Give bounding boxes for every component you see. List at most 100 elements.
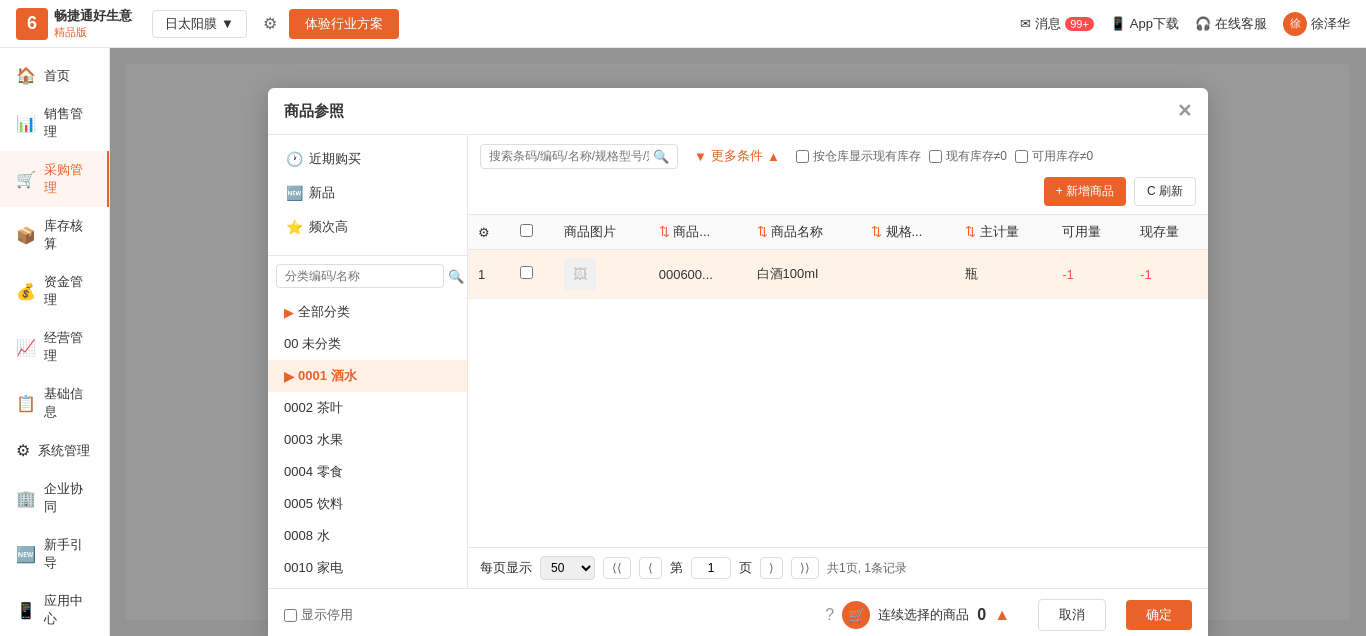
category-00[interactable]: 00 未分类: [268, 328, 467, 360]
select-all-checkbox[interactable]: [520, 224, 533, 237]
modal-left-panel: 🕐 近期购买 🆕 新品 ⭐ 频次高: [268, 135, 468, 588]
product-thumbnail: 🖼: [564, 258, 596, 290]
col-image: 商品图片: [554, 215, 649, 250]
sidebar-label-enterprise: 企业协同: [44, 480, 93, 516]
sort-icon-name: ⇅: [757, 224, 768, 239]
nav-right: ✉ 消息 99+ 📱 App下载 🎧 在线客服 徐 徐泽华: [1020, 12, 1350, 36]
quick-tab-frequent[interactable]: ⭐ 频次高: [276, 211, 459, 243]
product-search-input[interactable]: [489, 149, 649, 163]
table-row[interactable]: 1 🖼 000600... 白酒100ml: [468, 250, 1208, 299]
search-icon[interactable]: 🔍: [653, 149, 669, 164]
sidebar-item-finance[interactable]: 💰 资金管理: [0, 263, 109, 319]
image-icon: 🖼: [573, 266, 587, 282]
quick-tabs: 🕐 近期购买 🆕 新品 ⭐ 频次高: [268, 135, 467, 251]
cell-available: -1: [1052, 250, 1130, 299]
usable-not-zero-checkbox[interactable]: [1015, 150, 1028, 163]
checkbox-usable-not-zero[interactable]: 可用库存≠0: [1015, 148, 1093, 165]
first-page-button[interactable]: ⟨⟨: [603, 557, 631, 579]
next-page-button[interactable]: ⟩: [760, 557, 783, 579]
sidebar-item-enterprise[interactable]: 🏢 企业协同: [0, 470, 109, 526]
category-all[interactable]: ▶ 全部分类: [268, 296, 467, 328]
user-item[interactable]: 徐 徐泽华: [1283, 12, 1350, 36]
sidebar-item-operation[interactable]: 📈 经营管理: [0, 319, 109, 375]
settings-icon: ⚙: [478, 225, 490, 240]
content-area: 商品参照 ✕ 🕐 近期购买 🆕: [110, 48, 1366, 636]
cell-stock: -1: [1130, 250, 1208, 299]
col-unit[interactable]: ⇅ 主计量: [955, 215, 1052, 250]
toolbar-right: + 新增商品 C 刷新: [1044, 177, 1196, 206]
help-icon[interactable]: ?: [825, 606, 834, 624]
modal-right-panel: 🔍 ▼ 更多条件 ▲ 按仓库显示现有库存: [468, 135, 1208, 588]
active-arrow-icon: ▶: [284, 369, 294, 384]
disabled-checkbox[interactable]: [284, 609, 297, 622]
page-input[interactable]: [691, 557, 731, 579]
category-0003[interactable]: 0003 水果: [268, 424, 467, 456]
checkbox-by-warehouse[interactable]: 按仓库显示现有库存: [796, 148, 921, 165]
prev-page-button[interactable]: ⟨: [639, 557, 662, 579]
col-settings[interactable]: ⚙: [468, 215, 510, 250]
add-product-button[interactable]: + 新增商品: [1044, 177, 1126, 206]
last-page-button[interactable]: ⟩⟩: [791, 557, 819, 579]
sidebar-item-purchase[interactable]: 🛒 采购管理: [0, 151, 109, 207]
category-0001[interactable]: ▶ 0001 酒水: [268, 360, 467, 392]
category-search: 🔍: [268, 260, 467, 292]
gear-icon[interactable]: ⚙: [263, 14, 277, 33]
top-nav: 6 畅捷通好生意 精品版 日太阳膜 ▼ ⚙ 体验行业方案 ✉ 消息 99+ 📱 …: [0, 0, 1366, 48]
category-0010[interactable]: 0010 家电: [268, 552, 467, 584]
modal-body: 🕐 近期购买 🆕 新品 ⭐ 频次高: [268, 135, 1208, 588]
by-warehouse-checkbox[interactable]: [796, 150, 809, 163]
sidebar-item-sales[interactable]: 📊 销售管理: [0, 95, 109, 151]
quick-tab-recent[interactable]: 🕐 近期购买: [276, 143, 459, 175]
col-code[interactable]: ⇅ 商品...: [649, 215, 747, 250]
category-0008[interactable]: 0008 水: [268, 520, 467, 552]
category-search-input[interactable]: [276, 264, 444, 288]
message-icon: ✉: [1020, 16, 1031, 31]
cart-label: 连续选择的商品: [878, 606, 969, 624]
sidebar-item-stock[interactable]: 📦 库存核算: [0, 207, 109, 263]
clock-icon: 🕐: [286, 151, 303, 167]
sidebar-item-system[interactable]: ⚙ 系统管理: [0, 431, 109, 470]
category-0004[interactable]: 0004 零食: [268, 456, 467, 488]
quick-tab-new[interactable]: 🆕 新品: [276, 177, 459, 209]
finance-icon: 💰: [16, 282, 36, 301]
message-item[interactable]: ✉ 消息 99+: [1020, 15, 1094, 33]
sidebar-item-guide[interactable]: 🆕 新手引导: [0, 526, 109, 582]
sidebar-label-home: 首页: [44, 67, 70, 85]
category-0002[interactable]: 0002 茶叶: [268, 392, 467, 424]
col-name[interactable]: ⇅ 商品名称: [747, 215, 861, 250]
available-not-zero-checkbox[interactable]: [929, 150, 942, 163]
collapse-icon[interactable]: ▲: [994, 606, 1010, 624]
sidebar-item-app[interactable]: 📱 应用中心: [0, 582, 109, 636]
online-service-item[interactable]: 🎧 在线客服: [1195, 15, 1267, 33]
app-download-item[interactable]: 📱 App下载: [1110, 15, 1179, 33]
cancel-button[interactable]: 取消: [1038, 599, 1106, 631]
category-search-icon[interactable]: 🔍: [448, 269, 464, 284]
sidebar: 🏠 首页 📊 销售管理 🛒 采购管理 📦 库存核算 💰 资金管理 📈 经营管理 …: [0, 48, 110, 636]
sidebar-label-purchase: 采购管理: [44, 161, 91, 197]
row-checkbox[interactable]: [520, 266, 533, 279]
sales-icon: 📊: [16, 114, 36, 133]
filter-button[interactable]: ▼ 更多条件 ▲: [686, 143, 788, 169]
per-page-select[interactable]: 50 10 20 100: [540, 556, 595, 580]
store-dropdown[interactable]: 日太阳膜 ▼: [152, 10, 247, 38]
message-badge: 99+: [1065, 17, 1094, 31]
checkbox-available-not-zero[interactable]: 现有库存≠0: [929, 148, 1007, 165]
close-icon[interactable]: ✕: [1177, 100, 1192, 122]
purchase-icon: 🛒: [16, 170, 36, 189]
system-icon: ⚙: [16, 441, 30, 460]
modal-footer: 显示停用 ? 🛒 连续选择的商品 0 ▲ 取消 确定: [268, 588, 1208, 636]
confirm-button[interactable]: 确定: [1126, 600, 1192, 630]
cart-button[interactable]: 🛒: [842, 601, 870, 629]
col-spec[interactable]: ⇅ 规格...: [861, 215, 955, 250]
sidebar-item-home[interactable]: 🏠 首页: [0, 56, 109, 95]
sidebar-label-guide: 新手引导: [44, 536, 93, 572]
refresh-button[interactable]: C 刷新: [1134, 177, 1196, 206]
cart-area: ? 🛒 连续选择的商品 0 ▲: [825, 601, 1010, 629]
arrow-icon: ▶: [284, 305, 294, 320]
sidebar-item-base[interactable]: 📋 基础信息: [0, 375, 109, 431]
sidebar-label-sales: 销售管理: [44, 105, 93, 141]
show-disabled-checkbox[interactable]: 显示停用: [284, 606, 353, 624]
trial-button[interactable]: 体验行业方案: [289, 9, 399, 39]
main-layout: 🏠 首页 📊 销售管理 🛒 采购管理 📦 库存核算 💰 资金管理 📈 经营管理 …: [0, 48, 1366, 636]
category-0005[interactable]: 0005 饮料: [268, 488, 467, 520]
